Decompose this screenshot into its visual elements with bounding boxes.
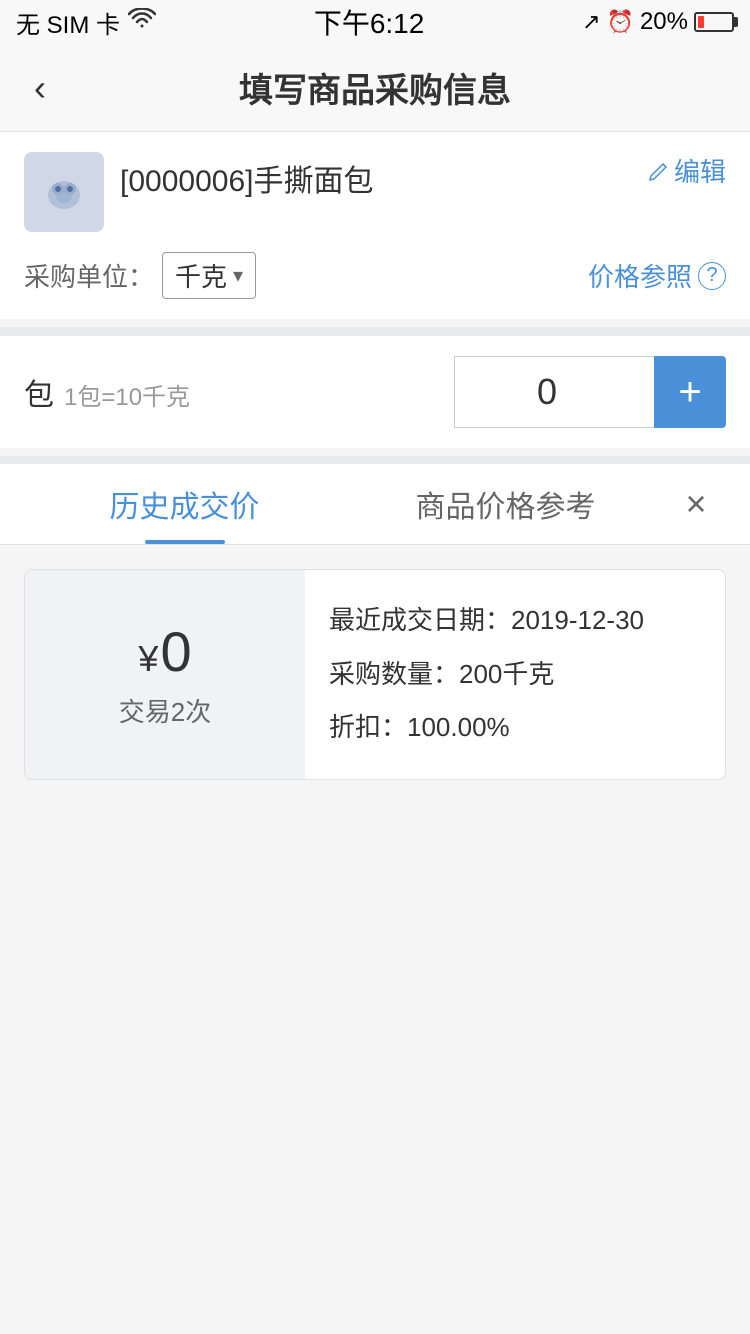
battery-fill (698, 16, 704, 28)
price-reference-button[interactable]: 价格参照 ? (588, 257, 726, 294)
product-left: [0000006]手撕面包 (24, 152, 373, 232)
quantity-plus-button[interactable]: + (654, 356, 726, 428)
back-button[interactable]: ‹ (24, 57, 56, 119)
qty-value: 200千克 (459, 659, 554, 689)
status-bar: 无 SIM 卡 下午6:12 ↗ ⏰ 20% (0, 0, 750, 44)
location-icon: ↗ (582, 9, 600, 35)
price-left-panel: ¥ 0 交易2次 (25, 570, 305, 779)
quantity-row: 包 1包=10千克 + (0, 335, 750, 448)
quantity-unit: 包 (24, 370, 54, 414)
tab-product-price[interactable]: 商品价格参考 (345, 464, 666, 544)
unit-value: 千克 (175, 257, 227, 294)
tab2-label: 商品价格参考 (416, 482, 596, 526)
status-time: 下午6:12 (314, 2, 425, 42)
page-title: 填写商品采购信息 (239, 63, 511, 112)
price-qty-row: 采购数量：200千克 (329, 654, 701, 696)
tab-close-button[interactable]: × (666, 464, 726, 544)
unit-select[interactable]: 千克 ▾ (162, 252, 256, 299)
price-right-panel: 最近成交日期：2019-12-30 采购数量：200千克 折扣：100.00% (305, 570, 725, 779)
quantity-label-wrap: 包 1包=10千克 (24, 370, 190, 414)
quantity-input[interactable] (454, 356, 654, 428)
date-value: 2019-12-30 (511, 605, 644, 635)
price-trades: 交易2次 (119, 692, 211, 729)
price-ref-label: 价格参照 (588, 257, 692, 294)
tabs-wrap: 历史成交价 商品价格参考 × (0, 464, 750, 545)
price-discount-row: 折扣：100.00% (329, 707, 701, 749)
nav-bar: ‹ 填写商品采购信息 (0, 44, 750, 132)
product-card: [0000006]手撕面包 编辑 采购单位： 千克 ▾ 价格参照 ? (0, 132, 750, 319)
product-header: [0000006]手撕面包 编辑 (24, 152, 726, 232)
battery-percent: 20% (640, 8, 688, 36)
wifi-icon (128, 8, 156, 37)
product-icon (24, 152, 104, 232)
dropdown-icon: ▾ (233, 263, 243, 288)
price-card: ¥ 0 交易2次 最近成交日期：2019-12-30 采购数量：200千克 折扣… (24, 569, 726, 780)
quantity-input-wrap: + (454, 356, 726, 428)
date-label: 最近成交日期： (329, 605, 511, 635)
quantity-sublabel: 1包=10千克 (64, 377, 190, 412)
currency-symbol: ¥ (138, 638, 158, 680)
price-date-row: 最近成交日期：2019-12-30 (329, 600, 701, 642)
qty-label: 采购数量： (329, 659, 459, 689)
discount-label: 折扣： (329, 712, 407, 742)
separator-2 (0, 456, 750, 464)
help-icon: ? (698, 262, 726, 290)
battery-icon (694, 12, 734, 32)
price-value: 0 (160, 619, 191, 684)
alarm-icon: ⏰ (607, 9, 634, 35)
status-right: ↗ ⏰ 20% (582, 8, 734, 36)
sim-label: 无 SIM 卡 (16, 5, 120, 40)
discount-value: 100.00% (407, 712, 510, 742)
tab1-label: 历史成交价 (110, 482, 260, 526)
tab-history-price[interactable]: 历史成交价 (24, 464, 345, 544)
status-left: 无 SIM 卡 (16, 5, 156, 40)
separator (0, 327, 750, 335)
edit-button[interactable]: 编辑 (648, 152, 726, 189)
price-section: ¥ 0 交易2次 最近成交日期：2019-12-30 采购数量：200千克 折扣… (0, 545, 750, 804)
product-unit-row: 采购单位： 千克 ▾ 价格参照 ? (24, 252, 726, 299)
product-name: [0000006]手撕面包 (120, 152, 373, 200)
unit-label: 采购单位： (24, 257, 154, 294)
